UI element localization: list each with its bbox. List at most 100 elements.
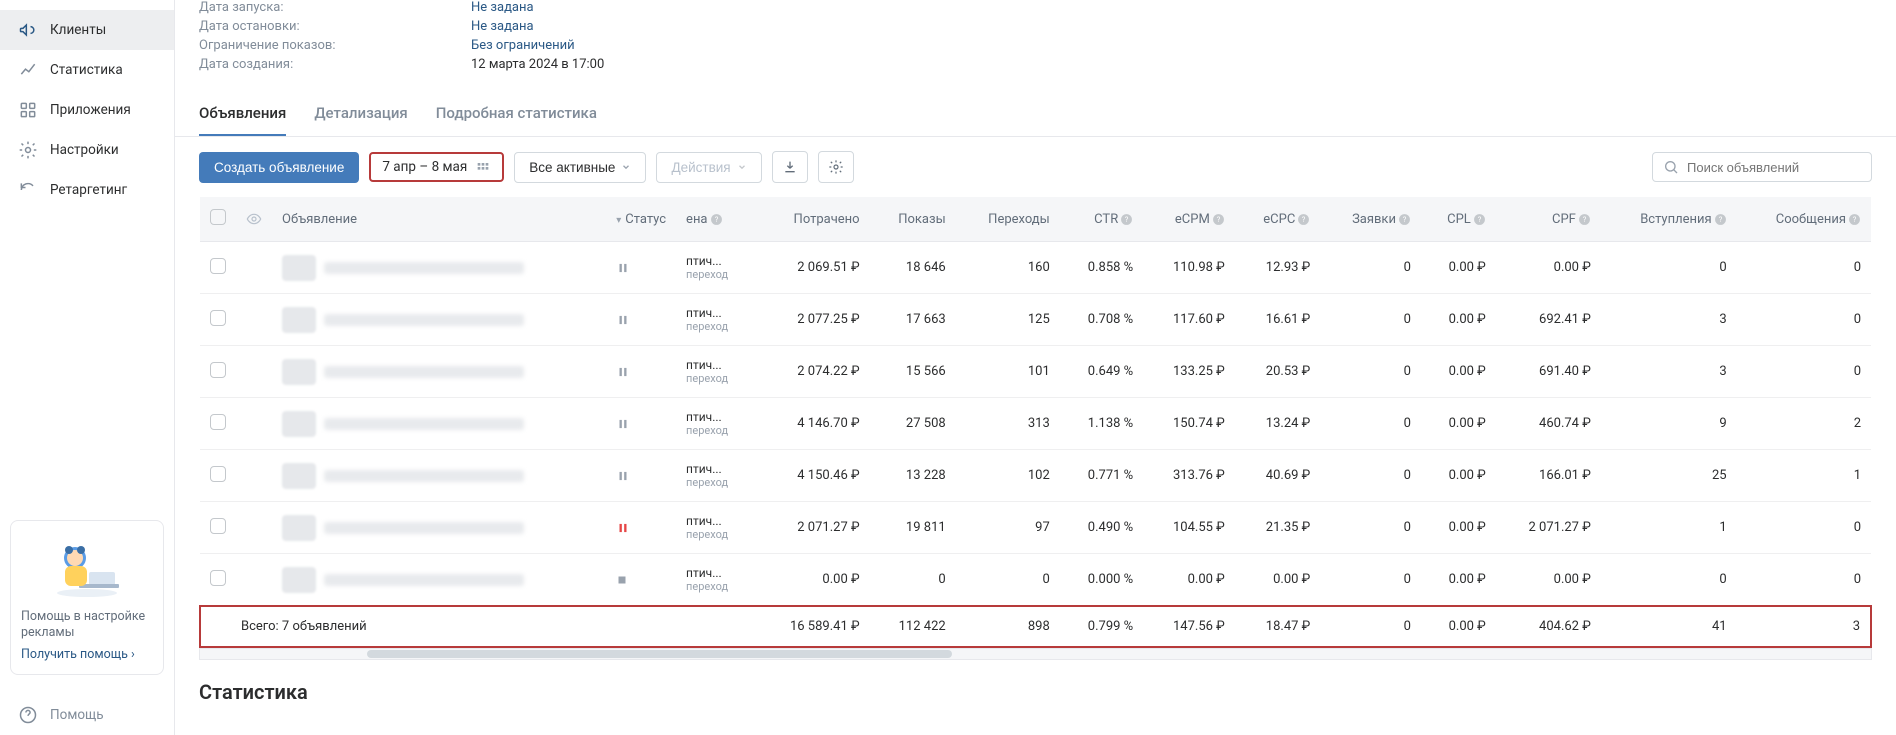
cell-impressions: 19 811	[870, 502, 956, 554]
col-clicks[interactable]: Переходы	[956, 197, 1060, 242]
row-checkbox[interactable]	[210, 258, 226, 274]
ad-thumbnail	[282, 463, 316, 489]
cell-messages: 0	[1737, 502, 1871, 554]
row-checkbox[interactable]	[210, 570, 226, 586]
cell-ecpm: 150.74 ₽	[1143, 398, 1235, 450]
cell-spent: 2 074.22 ₽	[755, 346, 869, 398]
download-button[interactable]	[772, 151, 808, 183]
ad-name[interactable]	[324, 470, 524, 482]
col-ctr[interactable]: CTR?	[1060, 197, 1143, 242]
tab-ads[interactable]: Объявления	[199, 90, 286, 136]
help-box-link[interactable]: Получить помощь	[21, 647, 153, 662]
meta-value-start-date[interactable]: Не задана	[471, 0, 534, 15]
status-toggle[interactable]	[606, 450, 676, 502]
status-toggle[interactable]	[606, 242, 676, 294]
col-cpl[interactable]: CPL?	[1421, 197, 1496, 242]
price-cell: птич...переход	[676, 502, 755, 554]
meta-value-impression-limit[interactable]: Без ограничений	[471, 38, 575, 53]
cell-cpl: 0.00 ₽	[1421, 294, 1496, 346]
date-range-picker[interactable]: 7 апр – 8 мая	[369, 152, 504, 182]
totals-cpf: 404.62 ₽	[1496, 606, 1601, 647]
sidebar-help-footer[interactable]: Помощь	[0, 695, 174, 735]
col-ecpc[interactable]: eCPC?	[1235, 197, 1321, 242]
cell-ctr: 0.000 %	[1060, 554, 1143, 607]
row-checkbox[interactable]	[210, 310, 226, 326]
cell-messages: 2	[1737, 398, 1871, 450]
sidebar-item-apps[interactable]: Приложения	[0, 90, 174, 130]
col-ecpm[interactable]: eCPM?	[1143, 197, 1235, 242]
cell-joins: 0	[1601, 554, 1737, 607]
ad-name[interactable]	[324, 574, 524, 586]
table-row[interactable]: птич...переход0.00 ₽000.000 %0.00 ₽0.00 …	[200, 554, 1871, 607]
cell-joins: 3	[1601, 346, 1737, 398]
help-icon: ?	[1473, 213, 1486, 226]
search-input-container[interactable]	[1652, 152, 1872, 182]
help-icon: ?	[1297, 213, 1310, 226]
settings-button[interactable]	[818, 151, 854, 183]
sidebar-item-retargeting[interactable]: Ретаргетинг	[0, 170, 174, 210]
col-cpf[interactable]: CPF?	[1496, 197, 1601, 242]
ad-name[interactable]	[324, 314, 524, 326]
row-checkbox[interactable]	[210, 414, 226, 430]
select-all-checkbox[interactable]	[210, 209, 226, 225]
cell-cpf: 692.41 ₽	[1496, 294, 1601, 346]
cell-ctr: 0.858 %	[1060, 242, 1143, 294]
tab-detail[interactable]: Детализация	[314, 90, 407, 136]
col-requests[interactable]: Заявки?	[1320, 197, 1421, 242]
cell-ctr: 1.138 %	[1060, 398, 1143, 450]
cell-ctr: 0.649 %	[1060, 346, 1143, 398]
cell-joins: 0	[1601, 242, 1737, 294]
status-toggle[interactable]	[606, 554, 676, 607]
cell-impressions: 13 228	[870, 450, 956, 502]
horizontal-scrollbar[interactable]	[199, 648, 1872, 660]
totals-ecpc: 18.47 ₽	[1235, 606, 1321, 647]
col-joins[interactable]: Вступления?	[1601, 197, 1737, 242]
cell-ctr: 0.490 %	[1060, 502, 1143, 554]
cell-cpf: 691.40 ₽	[1496, 346, 1601, 398]
meta-label: Дата остановки:	[199, 19, 459, 34]
ad-name[interactable]	[324, 366, 524, 378]
refresh-icon	[18, 180, 38, 200]
sidebar-item-label: Статистика	[50, 62, 123, 78]
search-input[interactable]	[1687, 160, 1863, 175]
table-row[interactable]: птич...переход2 077.25 ₽17 6631250.708 %…	[200, 294, 1871, 346]
cell-impressions: 17 663	[870, 294, 956, 346]
col-spent[interactable]: Потрачено	[755, 197, 869, 242]
sidebar-item-stats[interactable]: Статистика	[0, 50, 174, 90]
filter-dropdown[interactable]: Все активные	[514, 152, 646, 183]
table-row[interactable]: птич...переход4 146.70 ₽27 5083131.138 %…	[200, 398, 1871, 450]
col-price[interactable]: ена?	[676, 197, 755, 242]
meta-label: Дата запуска:	[199, 0, 459, 15]
status-toggle[interactable]	[606, 294, 676, 346]
col-messages[interactable]: Сообщения?	[1737, 197, 1871, 242]
table-row[interactable]: птич...переход2 071.27 ₽19 811970.490 %1…	[200, 502, 1871, 554]
ad-name[interactable]	[324, 418, 524, 430]
ads-table-wrap: Объявление ▾Статус ена? Потрачено Показы…	[199, 197, 1872, 648]
row-checkbox[interactable]	[210, 362, 226, 378]
cell-requests: 0	[1320, 398, 1421, 450]
col-status[interactable]: ▾Статус	[606, 197, 676, 242]
cell-joins: 3	[1601, 294, 1737, 346]
svg-text:?: ?	[1125, 215, 1129, 224]
ad-name[interactable]	[324, 522, 524, 534]
status-toggle[interactable]	[606, 346, 676, 398]
col-ad[interactable]: Объявление	[272, 197, 606, 242]
meta-value-stop-date[interactable]: Не задана	[471, 19, 534, 34]
ad-name[interactable]	[324, 262, 524, 274]
row-checkbox[interactable]	[210, 466, 226, 482]
status-toggle[interactable]	[606, 398, 676, 450]
sidebar-item-clients[interactable]: Клиенты	[0, 10, 174, 50]
cell-spent: 2 071.27 ₽	[755, 502, 869, 554]
row-checkbox[interactable]	[210, 518, 226, 534]
tab-detailed-stats[interactable]: Подробная статистика	[436, 90, 597, 136]
totals-ecpm: 147.56 ₽	[1143, 606, 1235, 647]
create-ad-button[interactable]: Создать объявление	[199, 152, 359, 183]
actions-dropdown[interactable]: Действия	[656, 152, 761, 183]
col-impressions[interactable]: Показы	[870, 197, 956, 242]
table-row[interactable]: птич...переход2 074.22 ₽15 5661010.649 %…	[200, 346, 1871, 398]
table-row[interactable]: птич...переход4 150.46 ₽13 2281020.771 %…	[200, 450, 1871, 502]
table-row[interactable]: птич...переход2 069.51 ₽18 6461600.858 %…	[200, 242, 1871, 294]
ad-thumbnail	[282, 359, 316, 385]
sidebar-item-settings[interactable]: Настройки	[0, 130, 174, 170]
status-toggle[interactable]	[606, 502, 676, 554]
